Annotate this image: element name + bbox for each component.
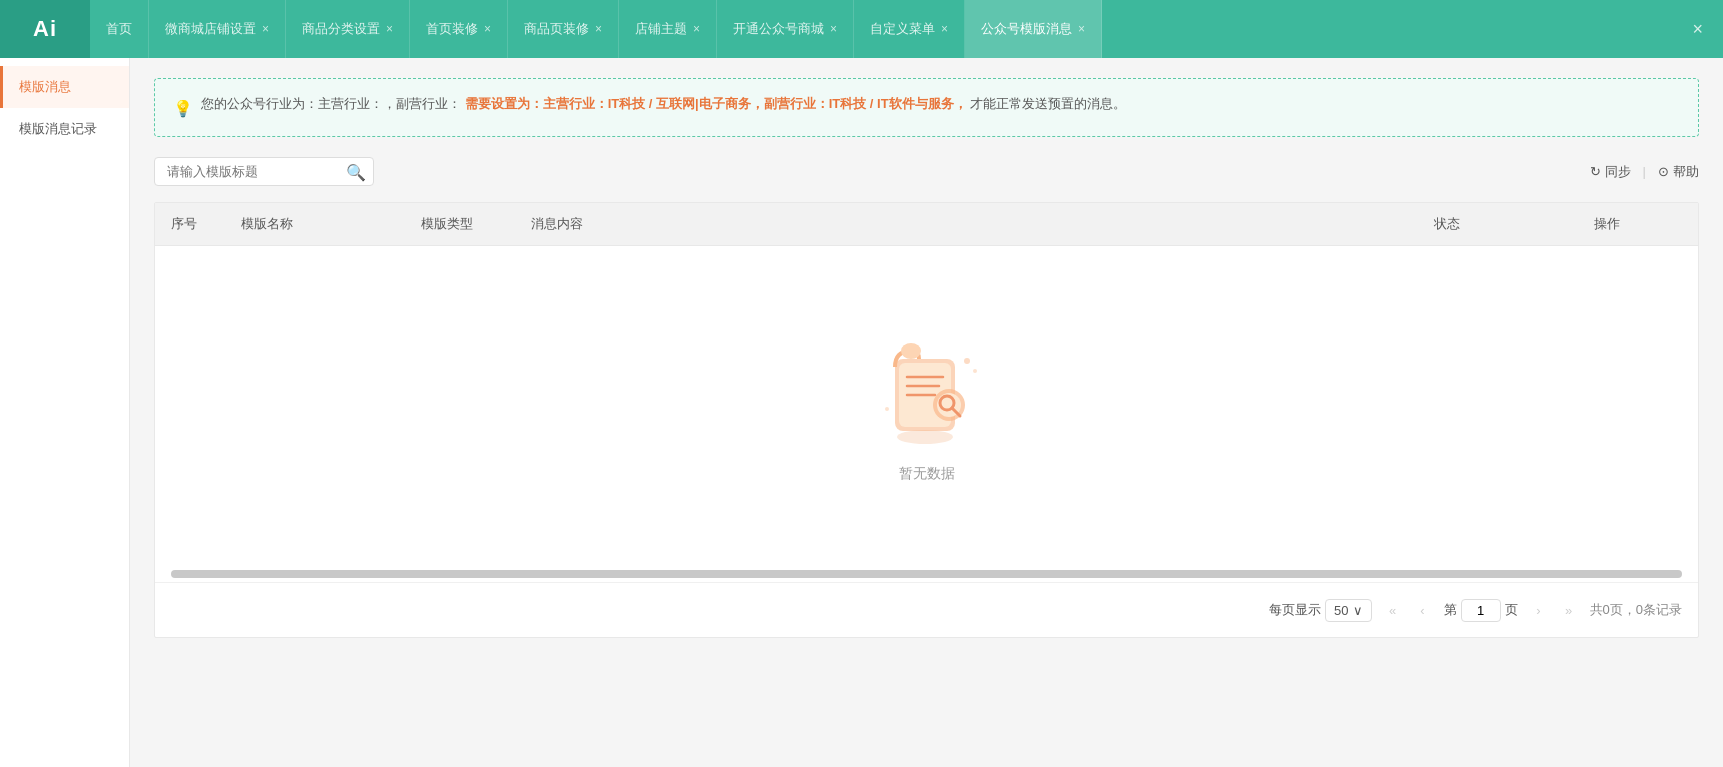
nav-tab-close-4[interactable]: × [595, 23, 602, 35]
table-header-col-4: 状态 [1418, 203, 1578, 245]
page-input-section: 第 页 [1444, 599, 1518, 622]
divider: | [1643, 164, 1646, 179]
empty-illustration [867, 329, 987, 449]
sync-icon: ↻ [1590, 164, 1601, 179]
page-nav-next: › » [1526, 597, 1582, 623]
nav-tab-1[interactable]: 微商城店铺设置× [149, 0, 286, 58]
page-number-input[interactable] [1461, 599, 1501, 622]
data-table: 序号模版名称模版类型消息内容状态操作 [154, 202, 1699, 638]
page-size-value: 50 [1334, 603, 1348, 618]
nav-tab-8[interactable]: 公众号模版消息× [965, 0, 1102, 58]
sync-button[interactable]: ↻ 同步 [1590, 163, 1631, 181]
notice-text: 您的公众号行业为：主营行业：，副营行业： 需要设置为：主营行业：IT科技 / 互… [201, 93, 1126, 115]
nav-tabs: 首页微商城店铺设置×商品分类设置×首页装修×商品页装修×店铺主题×开通公众号商城… [90, 0, 1688, 58]
table-header-col-3: 消息内容 [515, 203, 1418, 245]
main-layout: 模版消息模版消息记录 💡 您的公众号行业为：主营行业：，副营行业： 需要设置为：… [0, 58, 1723, 767]
bulb-icon: 💡 [173, 95, 193, 122]
sidebar-item-0[interactable]: 模版消息 [0, 66, 129, 108]
nav-tab-0[interactable]: 首页 [90, 0, 149, 58]
search-left: 🔍 [154, 157, 374, 186]
help-button[interactable]: ⊙ 帮助 [1658, 163, 1699, 181]
svg-point-0 [897, 430, 953, 444]
table-header-col-1: 模版名称 [225, 203, 405, 245]
page-label: 第 [1444, 601, 1457, 619]
svg-point-12 [973, 369, 977, 373]
global-close-button[interactable]: × [1688, 15, 1707, 44]
search-input-wrap: 🔍 [154, 157, 374, 186]
page-unit: 页 [1505, 601, 1518, 619]
notice-box: 💡 您的公众号行业为：主营行业：，副营行业： 需要设置为：主营行业：IT科技 /… [154, 78, 1699, 137]
table-header-col-0: 序号 [155, 203, 225, 245]
nav-tab-6[interactable]: 开通公众号商城× [717, 0, 854, 58]
search-button[interactable]: 🔍 [346, 162, 366, 181]
empty-state: 暂无数据 [155, 246, 1698, 566]
first-page-button[interactable]: « [1380, 597, 1406, 623]
table-header: 序号模版名称模版类型消息内容状态操作 [155, 203, 1698, 246]
page-size-section: 每页显示 50 ∨ [1269, 599, 1371, 622]
nav-tab-close-7[interactable]: × [941, 23, 948, 35]
svg-point-11 [964, 358, 970, 364]
page-size-label: 每页显示 [1269, 601, 1321, 619]
nav-tab-2[interactable]: 商品分类设置× [286, 0, 410, 58]
nav-tab-close-5[interactable]: × [693, 23, 700, 35]
nav-tab-close-1[interactable]: × [262, 23, 269, 35]
nav-tab-5[interactable]: 店铺主题× [619, 0, 717, 58]
horizontal-scrollbar[interactable] [171, 570, 1682, 578]
content-area: 💡 您的公众号行业为：主营行业：，副营行业： 需要设置为：主营行业：IT科技 /… [130, 58, 1723, 767]
chevron-down-icon: ∨ [1353, 603, 1363, 618]
table-header-col-5: 操作 [1578, 203, 1698, 245]
prev-page-button[interactable]: ‹ [1410, 597, 1436, 623]
last-page-button[interactable]: » [1556, 597, 1582, 623]
nav-tab-close-2[interactable]: × [386, 23, 393, 35]
empty-text: 暂无数据 [899, 465, 955, 483]
nav-tab-close-8[interactable]: × [1078, 23, 1085, 35]
next-page-button[interactable]: › [1526, 597, 1552, 623]
pagination: 每页显示 50 ∨ « ‹ 第 页 › » [155, 582, 1698, 637]
help-icon: ⊙ [1658, 164, 1669, 179]
page-nav: « ‹ [1380, 597, 1436, 623]
nav-tab-close-3[interactable]: × [484, 23, 491, 35]
nav-tab-4[interactable]: 商品页装修× [508, 0, 619, 58]
sidebar-item-1[interactable]: 模版消息记录 [0, 108, 129, 150]
nav-tab-3[interactable]: 首页装修× [410, 0, 508, 58]
search-bar: 🔍 ↻ 同步 | ⊙ 帮助 [154, 157, 1699, 186]
svg-point-13 [885, 407, 889, 411]
page-size-select[interactable]: 50 ∨ [1325, 599, 1371, 622]
svg-point-6 [901, 343, 921, 359]
search-right: ↻ 同步 | ⊙ 帮助 [1590, 163, 1699, 181]
nav-tab-close-6[interactable]: × [830, 23, 837, 35]
table-header-col-2: 模版类型 [405, 203, 515, 245]
logo: Ai [0, 0, 90, 58]
top-nav: Ai 首页微商城店铺设置×商品分类设置×首页装修×商品页装修×店铺主题×开通公众… [0, 0, 1723, 58]
nav-tab-7[interactable]: 自定义菜单× [854, 0, 965, 58]
sidebar: 模版消息模版消息记录 [0, 58, 130, 767]
search-input[interactable] [154, 157, 374, 186]
total-info: 共0页，0条记录 [1590, 601, 1682, 619]
